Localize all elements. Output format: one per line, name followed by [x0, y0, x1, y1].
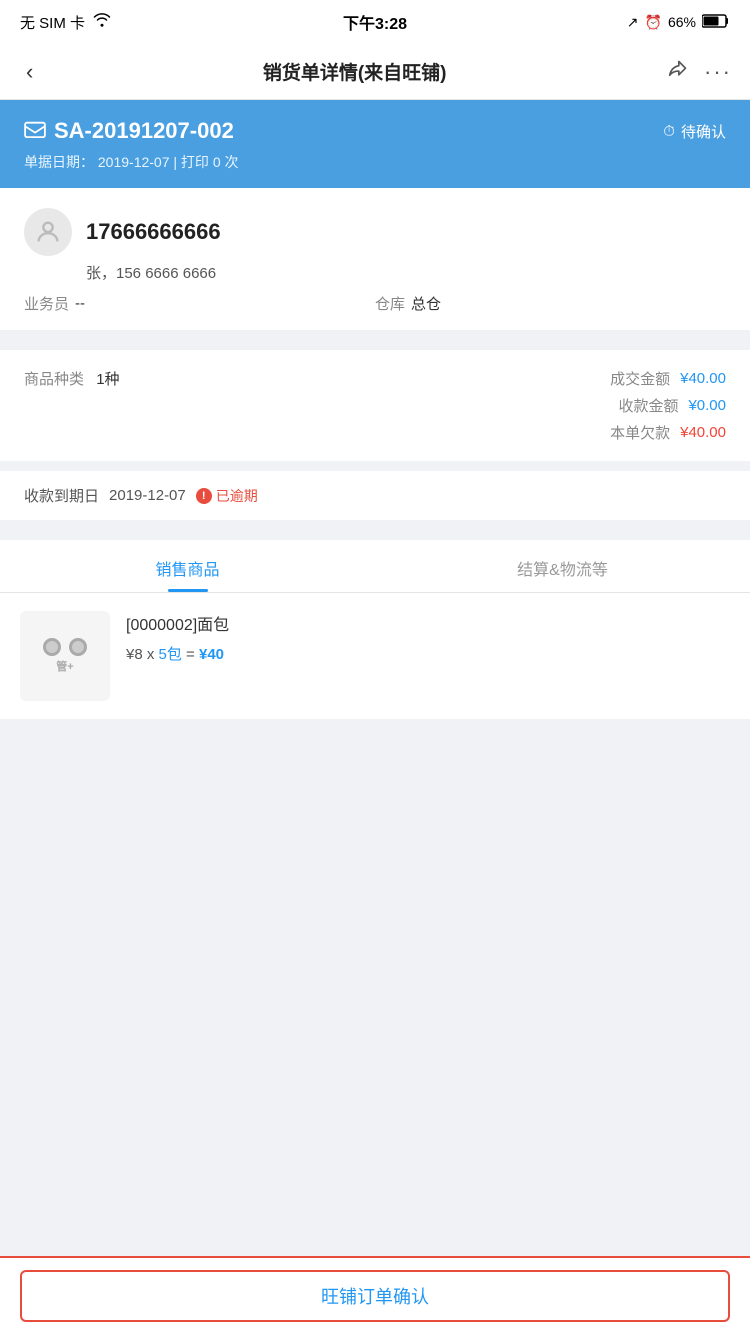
- summary-card: 商品种类 1种 成交金额 ¥40.00 收款金额 ¥0.00 本单欠款 ¥40.…: [0, 350, 750, 461]
- more-button[interactable]: ···: [704, 59, 732, 85]
- due-date-label: 收款到期日: [24, 485, 99, 506]
- owl-eyes: [43, 638, 87, 656]
- status-carrier: 无 SIM 卡: [20, 12, 111, 33]
- tab-settlement[interactable]: 结算&物流等: [375, 540, 750, 592]
- multiply-sign: x: [147, 646, 155, 663]
- customer-card: 17666666666 张，156 6666 6666 业务员 -- 仓库 总仓: [0, 188, 750, 330]
- status-clock-icon: ⏱: [663, 123, 675, 140]
- product-price: ¥8: [126, 646, 143, 663]
- product-price-row: ¥8 x 5包 = ¥40: [126, 643, 730, 664]
- tab-sales-products[interactable]: 销售商品: [0, 540, 375, 592]
- summary-right: 成交金额 ¥40.00 收款金额 ¥0.00 本单欠款 ¥40.00: [610, 368, 726, 443]
- nav-bar: ‹ 销货单详情(来自旺铺) ···: [0, 44, 750, 100]
- received-value: ¥0.00: [688, 397, 726, 414]
- sales-label: 业务员: [24, 293, 69, 314]
- due-card: 收款到期日 2019-12-07 ! 已逾期: [0, 471, 750, 520]
- wifi-icon: [93, 13, 111, 31]
- customer-meta: 业务员 -- 仓库 总仓: [24, 293, 726, 314]
- divider-1: [0, 340, 750, 350]
- owed-row: 本单欠款 ¥40.00: [610, 422, 726, 443]
- product-qty: 5包: [159, 646, 182, 663]
- divider-2: [0, 461, 750, 471]
- product-count-row: 商品种类 1种: [24, 368, 120, 389]
- product-item: 管+ [0000002]面包 ¥8 x 5包 = ¥40: [20, 611, 730, 701]
- received-row: 收款金额 ¥0.00: [618, 395, 726, 416]
- location-icon: ↗: [627, 14, 639, 31]
- order-id-row: SA-20191207-002 ⏱ 待确认: [24, 118, 726, 144]
- product-count-value: 1种: [96, 371, 119, 388]
- warehouse-value: 总仓: [411, 293, 441, 314]
- warehouse-meta: 仓库 总仓: [375, 293, 726, 314]
- back-button[interactable]: ‹: [18, 51, 41, 93]
- amount-label: 成交金额: [610, 368, 670, 389]
- order-id: SA-20191207-002: [24, 118, 234, 144]
- due-date-value: 2019-12-07: [109, 487, 186, 504]
- product-name: [0000002]面包: [126, 611, 730, 635]
- bottom-spacer: [0, 919, 750, 999]
- received-label: 收款金额: [618, 395, 678, 416]
- avatar: [24, 208, 72, 256]
- customer-row: 17666666666: [24, 208, 726, 256]
- overdue-icon: !: [196, 488, 212, 504]
- customer-phone: 17666666666: [86, 219, 221, 245]
- tabs-container: 销售商品 结算&物流等: [0, 540, 750, 593]
- carrier-text: 无 SIM 卡: [20, 12, 85, 33]
- bottom-bar: 旺铺订单确认: [0, 1256, 750, 1334]
- nav-actions: ···: [668, 59, 732, 85]
- product-total: ¥40: [199, 646, 224, 663]
- order-status: ⏱ 待确认: [663, 121, 726, 142]
- product-section: 管+ [0000002]面包 ¥8 x 5包 = ¥40: [0, 593, 750, 719]
- status-right: ↗ ⏰ 66%: [627, 14, 730, 31]
- share-button[interactable]: [668, 59, 688, 85]
- product-count-label: 商品种类: [24, 371, 84, 388]
- customer-sub: 张，156 6666 6666: [86, 262, 726, 283]
- product-thumbnail: 管+: [20, 611, 110, 701]
- amount-row: 成交金额 ¥40.00: [610, 368, 726, 389]
- content-area: [0, 719, 750, 919]
- overdue-badge: ! 已逾期: [196, 486, 258, 506]
- page-title: 销货单详情(来自旺铺): [41, 58, 668, 85]
- battery-text: 66%: [668, 14, 696, 30]
- status-bar: 无 SIM 卡 下午3:28 ↗ ⏰ 66%: [0, 0, 750, 44]
- order-icon: [24, 118, 46, 144]
- sales-value: --: [75, 295, 85, 312]
- alarm-icon: ⏰: [645, 14, 662, 31]
- overdue-text: 已逾期: [216, 486, 258, 506]
- owl-text: 管+: [56, 658, 73, 674]
- order-header: SA-20191207-002 ⏱ 待确认 单据日期： 2019-12-07 |…: [0, 100, 750, 188]
- sales-meta: 业务员 --: [24, 293, 375, 314]
- status-time: 下午3:28: [343, 10, 407, 34]
- summary-left: 商品种类 1种: [24, 368, 120, 389]
- battery-icon: [702, 14, 730, 31]
- owed-value: ¥40.00: [680, 424, 726, 441]
- confirm-button[interactable]: 旺铺订单确认: [20, 1270, 730, 1322]
- owl-eye-left: [43, 638, 61, 656]
- divider-3: [0, 530, 750, 540]
- owed-label: 本单欠款: [610, 422, 670, 443]
- product-info: [0000002]面包 ¥8 x 5包 = ¥40: [126, 611, 730, 664]
- equals-sign: =: [186, 646, 195, 663]
- order-date: 单据日期： 2019-12-07 | 打印 0 次: [24, 152, 726, 172]
- owl-eye-right: [69, 638, 87, 656]
- product-owl-logo: 管+: [43, 638, 87, 674]
- warehouse-label: 仓库: [375, 293, 405, 314]
- amount-value: ¥40.00: [680, 370, 726, 387]
